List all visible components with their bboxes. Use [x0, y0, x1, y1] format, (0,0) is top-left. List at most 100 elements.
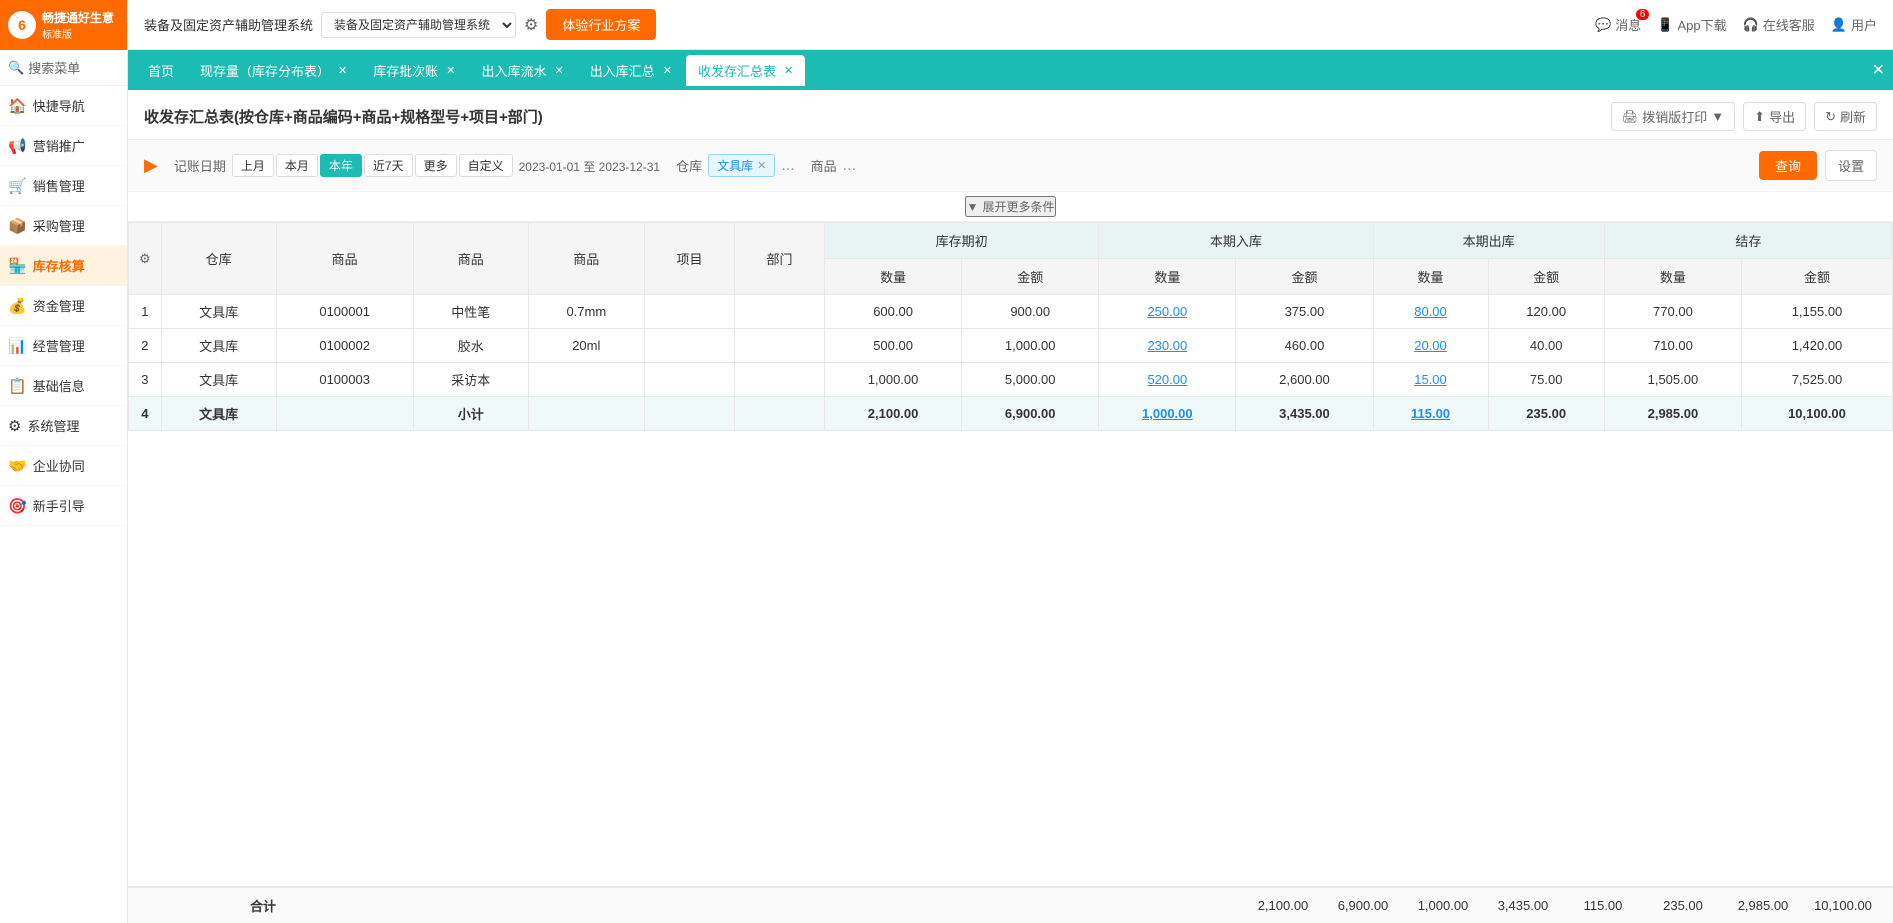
- col-in-header: 本期入库: [1099, 223, 1373, 259]
- nav-icon: 📊: [8, 337, 27, 355]
- tab-出入库流水[interactable]: 出入库流水✕: [469, 55, 575, 86]
- settings-icon[interactable]: ⚙: [524, 15, 538, 35]
- sidebar-item-基础信息[interactable]: 📋基础信息: [0, 366, 127, 406]
- row-bal-qty: 2,985.00: [1604, 397, 1741, 431]
- sidebar-item-经营管理[interactable]: 📊经营管理: [0, 326, 127, 366]
- sidebar-item-快捷导航[interactable]: 🏠快捷导航: [0, 86, 127, 126]
- row-project: [644, 295, 734, 329]
- date-btn-自定义[interactable]: 自定义: [459, 154, 513, 177]
- app-download-item[interactable]: 📱 App下载: [1657, 15, 1726, 34]
- row-in-qty[interactable]: 520.00: [1099, 363, 1236, 397]
- tab-库存批次账[interactable]: 库存批次账✕: [361, 55, 467, 86]
- tab-首页[interactable]: 首页: [136, 55, 186, 86]
- tabs-container: 首页现存量（库存分布表）✕库存批次账✕出入库流水✕出入库汇总✕收发存汇总表✕: [136, 55, 805, 86]
- col-name-header: 商品: [413, 223, 528, 295]
- sidebar-item-企业协同[interactable]: 🤝企业协同: [0, 446, 127, 486]
- sidebar-item-新手引导[interactable]: 🎯新手引导: [0, 486, 127, 526]
- col-out-header: 本期出库: [1373, 223, 1604, 259]
- sidebar-item-销售管理[interactable]: 🛒销售管理: [0, 166, 127, 206]
- col-balance-header: 结存: [1604, 223, 1892, 259]
- row-name: 中性笔: [413, 295, 528, 329]
- row-name: 胶水: [413, 329, 528, 363]
- tab-出入库汇总[interactable]: 出入库汇总✕: [578, 55, 684, 86]
- date-btn-本月[interactable]: 本月: [276, 154, 318, 177]
- message-icon: 💬: [1595, 17, 1611, 33]
- filter-settings-btn[interactable]: 设置: [1825, 150, 1877, 181]
- date-btn-更多[interactable]: 更多: [415, 154, 457, 177]
- warehouse-label: 仓库: [676, 156, 702, 175]
- experience-btn[interactable]: 体验行业方案: [546, 9, 656, 40]
- tab-现存量（库存分布表）[interactable]: 现存量（库存分布表）✕: [188, 55, 359, 86]
- query-btn[interactable]: 查询: [1759, 151, 1817, 180]
- row-out-amt: 75.00: [1488, 363, 1604, 397]
- phone-icon: 📱: [1657, 17, 1673, 33]
- row-bal-amt: 1,155.00: [1741, 295, 1892, 329]
- nav-icon: 📢: [8, 137, 27, 155]
- goods-label: 商品: [811, 156, 837, 175]
- nav-icon: 🤝: [8, 457, 27, 475]
- tab-close-icon[interactable]: ✕: [446, 64, 455, 77]
- row-spec: 20ml: [528, 329, 644, 363]
- nav-icon: 📋: [8, 377, 27, 395]
- bal-amt-header: 金额: [1741, 259, 1892, 295]
- row-in-qty[interactable]: 1,000.00: [1099, 397, 1236, 431]
- search-icon: 🔍: [8, 60, 24, 76]
- tab-收发存汇总表[interactable]: 收发存汇总表✕: [686, 55, 805, 86]
- tab-close-icon[interactable]: ✕: [555, 64, 564, 77]
- export-btn[interactable]: ⬆ 导出: [1743, 102, 1806, 131]
- page: 收发存汇总表(按仓库+商品编码+商品+规格型号+项目+部门) 🖨 拨销版打印 ▼…: [128, 90, 1893, 923]
- row-in-qty[interactable]: 230.00: [1099, 329, 1236, 363]
- sidebar-item-资金管理[interactable]: 💰资金管理: [0, 286, 127, 326]
- date-range: 2023-01-01 至 2023-12-31: [519, 158, 660, 175]
- opening-qty-header: 数量: [825, 259, 962, 295]
- row-in-qty[interactable]: 250.00: [1099, 295, 1236, 329]
- refresh-btn[interactable]: ↻ 刷新: [1814, 102, 1877, 131]
- export-icon: ⬆: [1754, 109, 1765, 125]
- nav-icon: 🏪: [8, 257, 27, 275]
- date-btn-近7天[interactable]: 近7天: [364, 154, 413, 177]
- tab-close-icon[interactable]: ✕: [663, 64, 672, 77]
- filter-toggle-icon[interactable]: ▶: [144, 155, 158, 176]
- footer-in-qty: 1,000.00: [1403, 898, 1483, 913]
- system-select[interactable]: 装备及固定资产辅助管理系统: [321, 12, 516, 38]
- out-amt-header: 金额: [1488, 259, 1604, 295]
- date-btn-本年[interactable]: 本年: [320, 154, 362, 177]
- row-no: 3: [129, 363, 162, 397]
- expand-more-btn[interactable]: ▼ 展开更多条件: [965, 196, 1057, 217]
- col-settings-header[interactable]: ⚙: [129, 223, 162, 295]
- online-service-item[interactable]: 🎧 在线客服: [1743, 15, 1815, 34]
- sidebar-search[interactable]: 🔍 搜索菜单: [0, 50, 127, 86]
- row-out-qty[interactable]: 80.00: [1373, 295, 1488, 329]
- col-warehouse-header: 仓库: [161, 223, 276, 295]
- footer-open-amt: 6,900.00: [1323, 898, 1403, 913]
- row-out-qty[interactable]: 15.00: [1373, 363, 1488, 397]
- warehouse-tag[interactable]: 文具库 ✕: [708, 154, 775, 177]
- tab-close-icon[interactable]: ✕: [784, 64, 793, 77]
- row-open-qty: 2,100.00: [825, 397, 962, 431]
- sidebar-item-采购管理[interactable]: 📦采购管理: [0, 206, 127, 246]
- messages-item[interactable]: 💬 消息 6: [1595, 15, 1641, 34]
- out-qty-header: 数量: [1373, 259, 1488, 295]
- sidebar-item-营销推广[interactable]: 📢营销推广: [0, 126, 127, 166]
- warehouse-tag-close[interactable]: ✕: [757, 159, 766, 172]
- row-out-qty[interactable]: 115.00: [1373, 397, 1488, 431]
- expand-more-bar: ▼ 展开更多条件: [128, 192, 1893, 222]
- sidebar-item-库存核算[interactable]: 🏪库存核算: [0, 246, 127, 286]
- logo-text: 畅捷通好生意 标准版: [42, 9, 114, 41]
- date-buttons: 上月本月本年近7天更多自定义: [232, 154, 513, 177]
- row-name: 小计: [413, 397, 528, 431]
- sidebar-item-系统管理[interactable]: ⚙系统管理: [0, 406, 127, 446]
- row-no: 4: [129, 397, 162, 431]
- tab-close-icon[interactable]: ✕: [338, 64, 347, 77]
- tabbar-close-icon[interactable]: ✕: [1872, 60, 1885, 80]
- date-btn-上月[interactable]: 上月: [232, 154, 274, 177]
- headset-icon: 🎧: [1743, 17, 1759, 33]
- goods-dots[interactable]: ...: [843, 157, 856, 175]
- row-code: 0100002: [276, 329, 413, 363]
- print-btn[interactable]: 🖨 拨销版打印 ▼: [1611, 102, 1735, 131]
- page-title: 收发存汇总表(按仓库+商品编码+商品+规格型号+项目+部门): [144, 106, 543, 127]
- warehouse-dots[interactable]: ...: [781, 157, 794, 175]
- user-item[interactable]: 👤 用户: [1831, 15, 1877, 34]
- row-out-qty[interactable]: 20.00: [1373, 329, 1488, 363]
- row-out-amt: 40.00: [1488, 329, 1604, 363]
